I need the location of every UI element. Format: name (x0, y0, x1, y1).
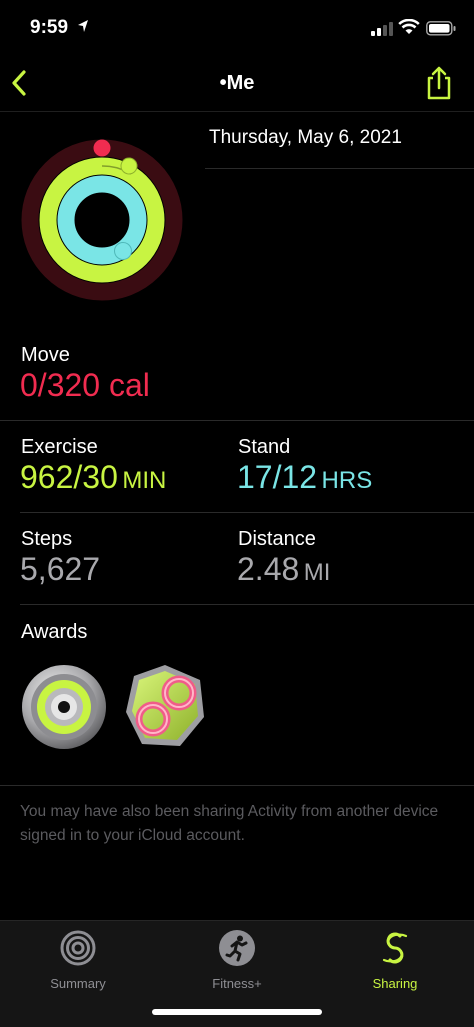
status-time: 9:59 (30, 17, 69, 38)
move-ring-start-dot (93, 139, 111, 157)
exercise-award-icon[interactable] (21, 664, 107, 750)
divider (20, 604, 474, 605)
tab-summary-label: Summary (50, 976, 106, 991)
stand-value: 17/12 (237, 459, 318, 495)
exercise-value: 962/30 (20, 459, 118, 495)
distance-value: 2.48 (237, 551, 300, 587)
move-label: Move (21, 344, 70, 366)
cellular-signal-icon (371, 22, 393, 36)
sharing-note: You may have also been sharing Activity … (20, 803, 439, 844)
divider (0, 420, 474, 421)
home-indicator (152, 1009, 322, 1015)
stand-metric: 17/12 HRS (237, 459, 372, 496)
exercise-unit: MIN (122, 467, 167, 494)
status-bar: 9:59 (0, 0, 474, 60)
activity-rings (21, 139, 183, 301)
summary-rings-icon (60, 930, 96, 966)
date-divider (205, 168, 474, 169)
move-value: 0/320 cal (20, 367, 150, 403)
tab-summary[interactable]: Summary (18, 929, 138, 991)
distance-label: Distance (238, 528, 316, 550)
share-icon[interactable] (422, 64, 456, 102)
battery-icon (426, 21, 456, 36)
tab-sharing-label: Sharing (372, 976, 418, 991)
location-arrow-icon (78, 20, 88, 32)
distance-unit: MI (303, 559, 331, 586)
stand-unit: HRS (321, 467, 373, 494)
infinity-award-icon[interactable] (122, 662, 208, 750)
steps-label: Steps (21, 528, 73, 550)
tab-sharing[interactable]: Sharing (335, 929, 455, 991)
sharing-icon (382, 932, 408, 964)
summary-date: Thursday, May 6, 2021 (209, 127, 402, 148)
steps-value: 5,627 (20, 551, 101, 587)
wifi-icon (398, 19, 420, 34)
page-title: •Me (219, 72, 255, 94)
exercise-label: Exercise (21, 436, 98, 458)
nav-divider (0, 111, 474, 112)
divider (0, 785, 474, 786)
distance-metric: 2.48 MI (237, 551, 330, 588)
tab-fitness-plus-label: Fitness+ (212, 976, 262, 991)
fitness-plus-runner-icon (219, 930, 255, 966)
tab-fitness-plus[interactable]: Fitness+ (177, 929, 297, 991)
stand-label: Stand (238, 436, 291, 458)
awards-label: Awards (21, 621, 88, 643)
divider (20, 512, 474, 513)
exercise-metric: 962/30 MIN (20, 459, 166, 496)
